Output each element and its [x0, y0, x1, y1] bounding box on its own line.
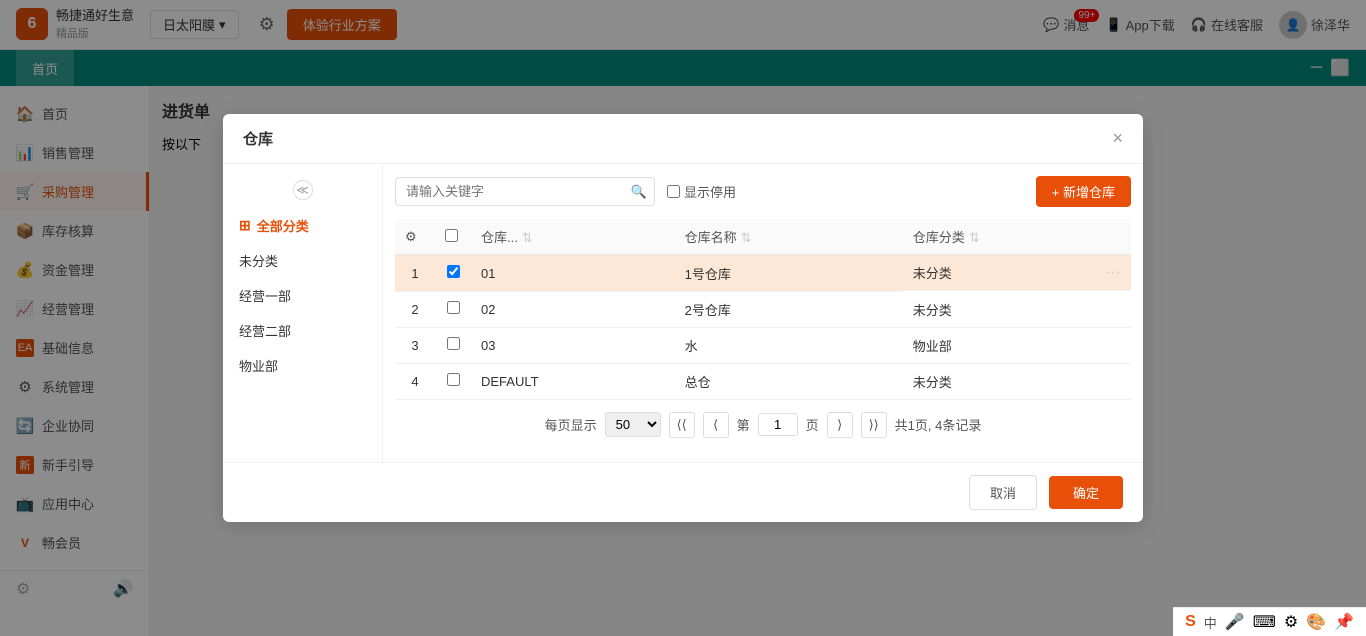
row-check-1	[435, 255, 471, 292]
row-action-1[interactable]: ···	[1105, 264, 1121, 282]
modal-left-panel: ≪ ⊞ 全部分类 未分类 经营一部 经营二部 物业部	[223, 164, 383, 462]
dept2-label: 经营二部	[239, 321, 291, 340]
row-name-4: 总仓	[675, 363, 903, 399]
row-category-1: 未分类 ···	[903, 255, 1131, 291]
row-category-2: 未分类	[903, 291, 1131, 327]
color-theme-icon[interactable]: 🎨	[1306, 612, 1326, 632]
settings-col-icon[interactable]: ⚙	[405, 229, 417, 244]
collapse-button[interactable]: ≪	[293, 180, 313, 200]
table-row[interactable]: 2 02 2号仓库 未分类	[395, 291, 1131, 327]
per-page-select[interactable]: 50 100	[605, 412, 661, 437]
modal-overlay: 仓库 × ≪ ⊞ 全部分类 未分类 经营一部 经营二部	[0, 0, 1366, 636]
row-code-2: 02	[471, 291, 675, 327]
row-num-3: 3	[395, 327, 435, 363]
row-code-4: DEFAULT	[471, 363, 675, 399]
row-category-3: 物业部	[903, 327, 1131, 363]
page-suffix: 页	[806, 415, 819, 434]
row-code-1: 01	[471, 255, 675, 292]
sort-icon-code: ⇅	[522, 230, 533, 245]
search-wrap: 🔍	[395, 177, 655, 206]
row-name-3: 水	[675, 327, 903, 363]
add-warehouse-button[interactable]: + 新增仓库	[1036, 176, 1131, 207]
row-code-3: 03	[471, 327, 675, 363]
row-check-3	[435, 327, 471, 363]
row-category-4: 未分类	[903, 363, 1131, 399]
page-input[interactable]	[758, 413, 798, 436]
close-icon[interactable]: ×	[1112, 128, 1123, 149]
show-disabled-label: 显示停用	[684, 182, 736, 201]
keyboard-icon[interactable]: ⌨	[1253, 612, 1276, 632]
modal-header: 仓库 ×	[223, 114, 1143, 164]
row-num-1: 1	[395, 255, 435, 292]
row-name-2: 2号仓库	[675, 291, 903, 327]
table-container: ⚙ 仓库...⇅ 仓库名称⇅	[395, 219, 1131, 400]
show-disabled-area: 显示停用	[667, 182, 736, 201]
sort-icon-category: ⇅	[969, 230, 980, 245]
category-dept1[interactable]: 经营一部	[223, 278, 382, 313]
row-checkbox-4[interactable]	[447, 373, 460, 386]
modal-right-panel: 🔍 显示停用 + 新增仓库 ⚙	[383, 164, 1143, 462]
row-checkbox-2[interactable]	[447, 301, 460, 314]
category-all-label: 全部分类	[257, 216, 309, 235]
cancel-button[interactable]: 取消	[969, 475, 1037, 510]
modal-body: ≪ ⊞ 全部分类 未分类 经营一部 经营二部 物业部	[223, 164, 1143, 462]
property-label: 物业部	[239, 356, 278, 375]
next-page-button[interactable]: ⟩	[827, 412, 853, 438]
confirm-button[interactable]: 确定	[1049, 476, 1123, 509]
col-category: 仓库分类⇅	[903, 219, 1131, 255]
row-check-2	[435, 291, 471, 327]
first-page-button[interactable]: ⟨⟨	[669, 412, 695, 438]
warehouse-modal: 仓库 × ≪ ⊞ 全部分类 未分类 经营一部 经营二部	[223, 114, 1143, 522]
grid-icon: ⊞	[239, 217, 251, 234]
row-num-4: 4	[395, 363, 435, 399]
modal-footer: 取消 确定	[223, 462, 1143, 522]
right-toolbar: 🔍 显示停用 + 新增仓库	[395, 176, 1131, 207]
mic-icon[interactable]: 🎤	[1225, 612, 1245, 632]
row-num-2: 2	[395, 291, 435, 327]
last-page-button[interactable]: ⟩⟩	[861, 412, 887, 438]
row-checkbox-1[interactable]	[447, 265, 460, 278]
settings-status-icon[interactable]: ⚙	[1284, 612, 1298, 632]
uncategorized-label: 未分类	[239, 251, 278, 270]
total-label: 共1页, 4条记录	[895, 415, 982, 434]
pagination: 每页显示 50 100 ⟨⟨ ⟨ 第 页 ⟩ ⟩⟩ 共1页, 4条记录	[395, 400, 1131, 450]
category-property[interactable]: 物业部	[223, 348, 382, 383]
table-row[interactable]: 3 03 水 物业部	[395, 327, 1131, 363]
col-settings: ⚙	[395, 219, 435, 255]
table-body: 1 01 1号仓库 未分类 ···	[395, 255, 1131, 400]
category-all[interactable]: ⊞ 全部分类	[223, 208, 382, 243]
warehouse-table: ⚙ 仓库...⇅ 仓库名称⇅	[395, 219, 1131, 400]
pin-icon[interactable]: 📌	[1334, 612, 1354, 632]
row-check-4	[435, 363, 471, 399]
row-checkbox-3[interactable]	[447, 337, 460, 350]
show-disabled-checkbox[interactable]	[667, 185, 680, 198]
category-dept2[interactable]: 经营二部	[223, 313, 382, 348]
table-row[interactable]: 4 DEFAULT 总仓 未分类	[395, 363, 1131, 399]
sort-icon-name: ⇅	[741, 230, 752, 245]
search-icon[interactable]: 🔍	[631, 184, 647, 200]
select-all-checkbox[interactable]	[445, 229, 458, 242]
col-checkbox	[435, 219, 471, 255]
col-name: 仓库名称⇅	[675, 219, 903, 255]
modal-title: 仓库	[243, 128, 273, 149]
table-head: ⚙ 仓库...⇅ 仓库名称⇅	[395, 219, 1131, 255]
bottom-bar: S 中 🎤 ⌨ ⚙ 🎨 📌	[1173, 607, 1366, 636]
search-input[interactable]	[395, 177, 655, 206]
category-uncategorized[interactable]: 未分类	[223, 243, 382, 278]
table-row[interactable]: 1 01 1号仓库 未分类 ···	[395, 255, 1131, 292]
per-page-label: 每页显示	[545, 415, 597, 434]
prev-page-button[interactable]: ⟨	[703, 412, 729, 438]
row-name-1: 1号仓库	[675, 255, 903, 292]
dept1-label: 经营一部	[239, 286, 291, 305]
brand-s-icon: S	[1185, 613, 1196, 631]
chinese-zh-icon[interactable]: 中	[1204, 613, 1217, 632]
page-label: 第	[737, 415, 750, 434]
col-code: 仓库...⇅	[471, 219, 675, 255]
